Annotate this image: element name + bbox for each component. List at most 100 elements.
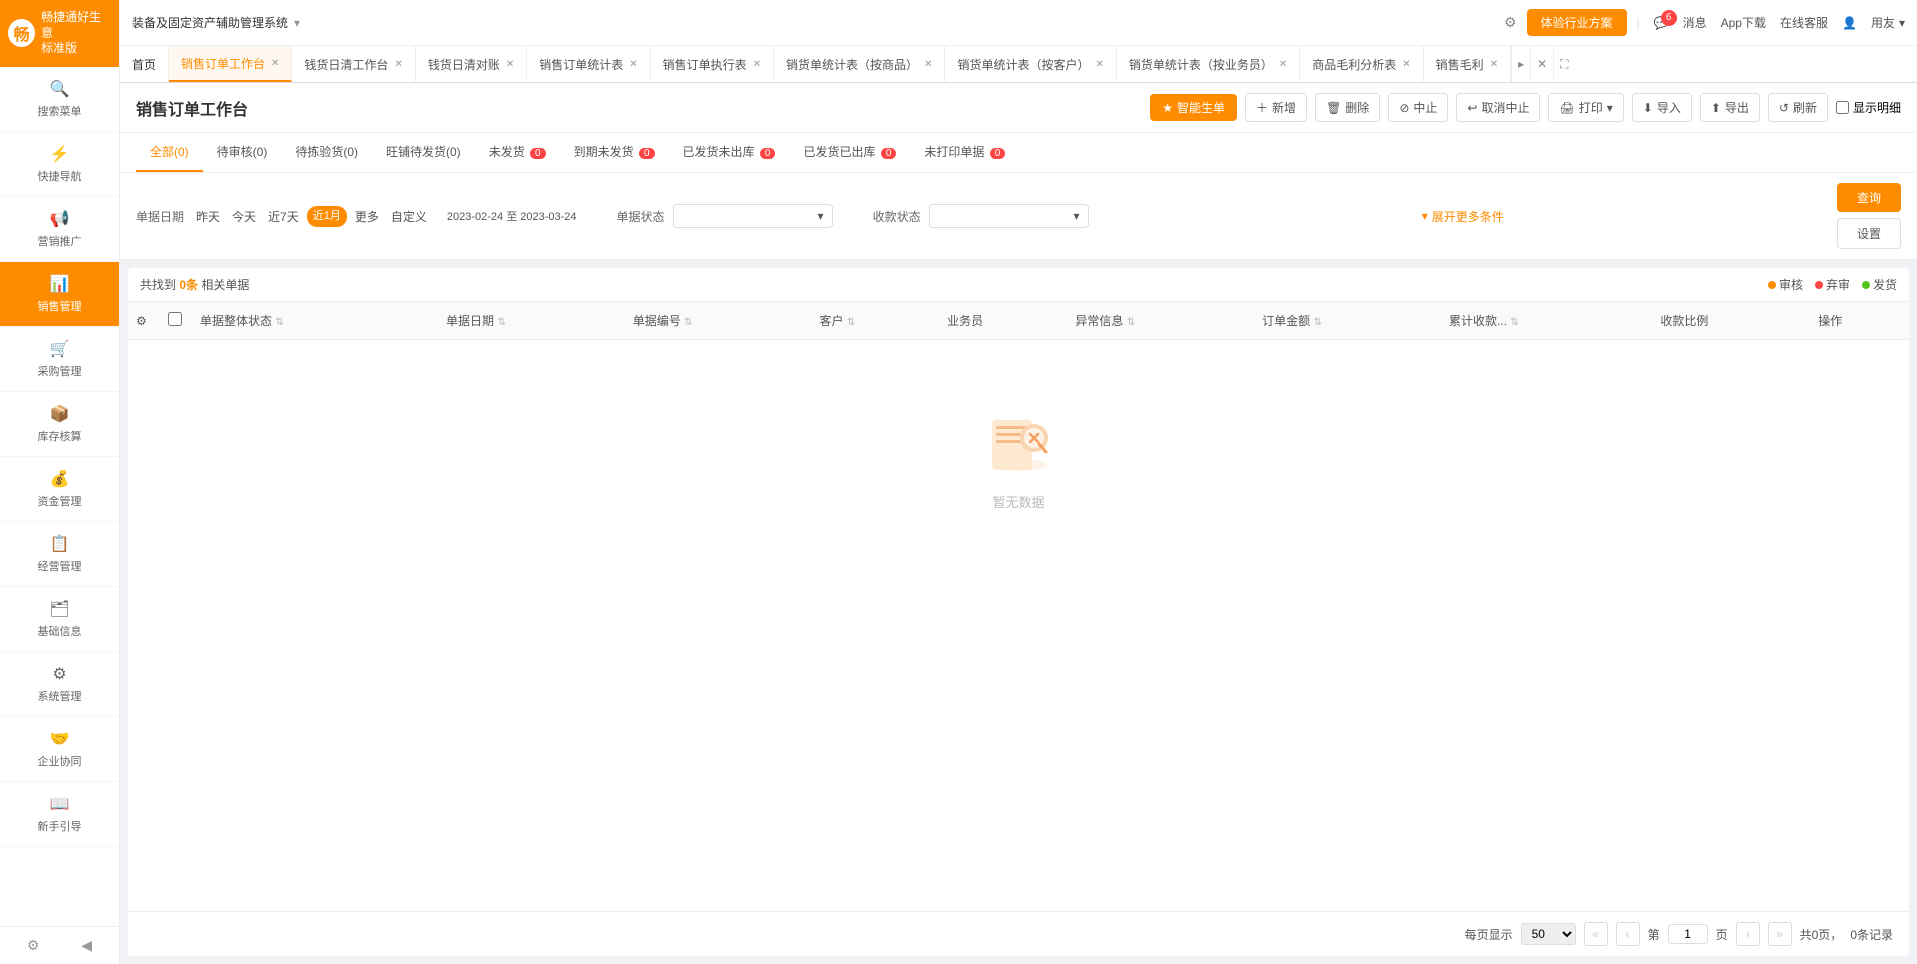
delete-btn[interactable]: 🗑 删除: [1315, 93, 1380, 122]
filter-tab-all[interactable]: 全部(0): [136, 133, 203, 172]
tab-close-sales-summary-customer[interactable]: ✕: [1095, 59, 1103, 70]
tab-close-cash-reconcile[interactable]: ✕: [506, 59, 514, 70]
tab-close-sales-profit[interactable]: ✕: [1490, 59, 1498, 70]
sidebar-item-purchase[interactable]: 🛒 采购管理: [0, 327, 119, 392]
export-btn[interactable]: ⬆ 导出: [1700, 93, 1760, 122]
setting-btn[interactable]: 设置: [1837, 218, 1901, 249]
tab-sales-exec[interactable]: 销售订单执行表 ✕: [651, 46, 774, 82]
user-menu[interactable]: 用友 ▾: [1871, 14, 1905, 31]
message-label: 消息: [1683, 14, 1707, 31]
review-op[interactable]: 审核: [1768, 276, 1803, 293]
stop-btn[interactable]: ⊘ 中止: [1388, 93, 1448, 122]
filter-tab-expired-not-shipped[interactable]: 到期未发货 0: [560, 133, 669, 172]
filter-tab-not-shipped[interactable]: 未发货 0: [475, 133, 560, 172]
tab-sales-workbench[interactable]: 销售订单工作台 ✕: [169, 46, 292, 82]
sort-received-icon[interactable]: ⇅: [1510, 317, 1518, 328]
payment-select[interactable]: [929, 204, 1089, 228]
sidebar-item-collab[interactable]: 🤝 企业协同: [0, 717, 119, 782]
sidebar-item-quick-nav[interactable]: ⚡ 快捷导航: [0, 132, 119, 197]
date-custom[interactable]: 自定义: [387, 206, 431, 227]
sidebar-item-system[interactable]: ⚙ 系统管理: [0, 652, 119, 717]
topbar-gear-icon[interactable]: ⚙: [1504, 14, 1517, 31]
expand-more-btn[interactable]: ▾ 展开更多条件: [1422, 208, 1504, 225]
add-btn[interactable]: ＋ 新增: [1245, 93, 1307, 122]
tab-sales-summary-customer[interactable]: 销货单统计表（按客户） ✕: [945, 46, 1116, 82]
sort-customer-icon[interactable]: ⇅: [847, 317, 855, 328]
tab-sales-profit[interactable]: 销售毛利 ✕: [1424, 46, 1511, 82]
date-more[interactable]: 更多: [351, 206, 383, 227]
date-yesterday[interactable]: 昨天: [192, 206, 224, 227]
sidebar-item-sales[interactable]: 📊 销售管理: [0, 262, 119, 327]
tab-more-btn[interactable]: ▸: [1511, 46, 1530, 82]
sidebar-item-inventory[interactable]: 📦 库存核算: [0, 392, 119, 457]
online-service-link[interactable]: 在线客服: [1780, 14, 1828, 31]
date-7days[interactable]: 近7天: [264, 206, 303, 227]
message-wrapper[interactable]: 💬 6: [1654, 16, 1669, 30]
total-count: 0条记录: [1850, 926, 1893, 943]
tab-close-sales-workbench[interactable]: ✕: [271, 58, 279, 69]
sidebar-item-base-info[interactable]: 🗂 基础信息: [0, 587, 119, 652]
shipped-out-badge: 0: [881, 148, 897, 159]
tab-cash-daily[interactable]: 钱货日清工作台 ✕: [292, 46, 415, 82]
tab-close-sales-stat[interactable]: ✕: [629, 59, 637, 70]
tab-home[interactable]: 首页: [120, 46, 169, 82]
import-btn[interactable]: ⬇ 导入: [1632, 93, 1692, 122]
sidebar-item-search[interactable]: 🔍 搜索菜单: [0, 67, 119, 132]
filter-tab-wangpu[interactable]: 旺铺待发货(0): [372, 133, 475, 172]
sort-date-icon[interactable]: ⇅: [497, 317, 505, 328]
smart-create-btn[interactable]: ★ 智能生单: [1150, 94, 1237, 121]
search-bar-right: 查询 设置: [1837, 183, 1901, 249]
date-today[interactable]: 今天: [228, 206, 260, 227]
tab-close-sales-summary-staff[interactable]: ✕: [1279, 59, 1287, 70]
select-all-checkbox[interactable]: [168, 312, 182, 326]
industry-btn[interactable]: 体验行业方案: [1527, 9, 1627, 36]
date-1month[interactable]: 近1月: [307, 206, 347, 227]
cancel-stop-icon: ↩: [1467, 101, 1477, 115]
current-page-input[interactable]: [1668, 924, 1708, 944]
sort-number-icon[interactable]: ⇅: [684, 317, 692, 328]
sidebar-bottom: ⚙ ◀: [0, 926, 119, 964]
tab-close-sales-exec[interactable]: ✕: [753, 59, 761, 70]
column-settings-icon[interactable]: ⚙: [136, 314, 147, 328]
sort-abnormal-icon[interactable]: ⇅: [1127, 317, 1135, 328]
app-download-link[interactable]: App下载: [1721, 14, 1766, 31]
unreview-op[interactable]: 弃审: [1815, 276, 1850, 293]
tab-close-cash-daily[interactable]: ✕: [394, 59, 402, 70]
tab-fullscreen-btn[interactable]: ⛶: [1553, 46, 1574, 82]
filter-tab-shipped-not-out[interactable]: 已发货未出库 0: [669, 133, 790, 172]
prev-page-btn[interactable]: ‹: [1616, 922, 1640, 946]
sort-status-icon[interactable]: ⇅: [275, 317, 283, 328]
tab-close-sales-summary-product[interactable]: ✕: [924, 59, 932, 70]
status-select[interactable]: [673, 204, 833, 228]
tab-product-margin[interactable]: 商品毛利分析表 ✕: [1300, 46, 1423, 82]
tab-close-all-btn[interactable]: ✕: [1530, 46, 1553, 82]
page-actions: ★ 智能生单 ＋ 新增 🗑 删除 ⊘ 中止 ↩ 取消中止: [1150, 93, 1901, 122]
sidebar-item-guide[interactable]: 📖 新手引导: [0, 782, 119, 847]
sort-amount-icon[interactable]: ⇅: [1314, 317, 1322, 328]
filter-tab-not-printed[interactable]: 未打印单据 0: [910, 133, 1019, 172]
last-page-btn[interactable]: »: [1768, 922, 1792, 946]
sidebar-item-finance[interactable]: 💰 资金管理: [0, 457, 119, 522]
page-size-select[interactable]: 50 20 100: [1521, 923, 1576, 945]
show-detail-checkbox[interactable]: [1836, 101, 1849, 114]
sidebar-settings-icon[interactable]: ⚙: [27, 937, 40, 954]
next-page-btn[interactable]: ›: [1736, 922, 1760, 946]
filter-tab-pending-review[interactable]: 待审核(0): [203, 133, 282, 172]
refresh-btn[interactable]: ↺ 刷新: [1768, 93, 1828, 122]
first-page-btn[interactable]: «: [1584, 922, 1608, 946]
sidebar-item-marketing[interactable]: 📢 营销推广: [0, 197, 119, 262]
filter-tab-shipped-out[interactable]: 已发货已出库 0: [789, 133, 910, 172]
show-detail-label[interactable]: 显示明细: [1836, 99, 1901, 116]
sidebar-item-operation[interactable]: 📋 经营管理: [0, 522, 119, 587]
ship-op[interactable]: 发货: [1862, 276, 1897, 293]
tab-sales-summary-staff[interactable]: 销货单统计表（按业务员） ✕: [1117, 46, 1300, 82]
tab-sales-summary-product[interactable]: 销货单统计表（按商品） ✕: [774, 46, 945, 82]
print-btn[interactable]: 🖨 打印 ▾: [1548, 93, 1623, 122]
query-btn[interactable]: 查询: [1837, 183, 1901, 212]
tab-close-product-margin[interactable]: ✕: [1402, 59, 1410, 70]
filter-tab-pending-check[interactable]: 待拣验货(0): [281, 133, 372, 172]
tab-cash-reconcile[interactable]: 钱货日清对账 ✕: [416, 46, 527, 82]
sidebar-collapse-icon[interactable]: ◀: [81, 937, 92, 954]
cancel-stop-btn[interactable]: ↩ 取消中止: [1456, 93, 1540, 122]
tab-sales-stat[interactable]: 销售订单统计表 ✕: [527, 46, 650, 82]
